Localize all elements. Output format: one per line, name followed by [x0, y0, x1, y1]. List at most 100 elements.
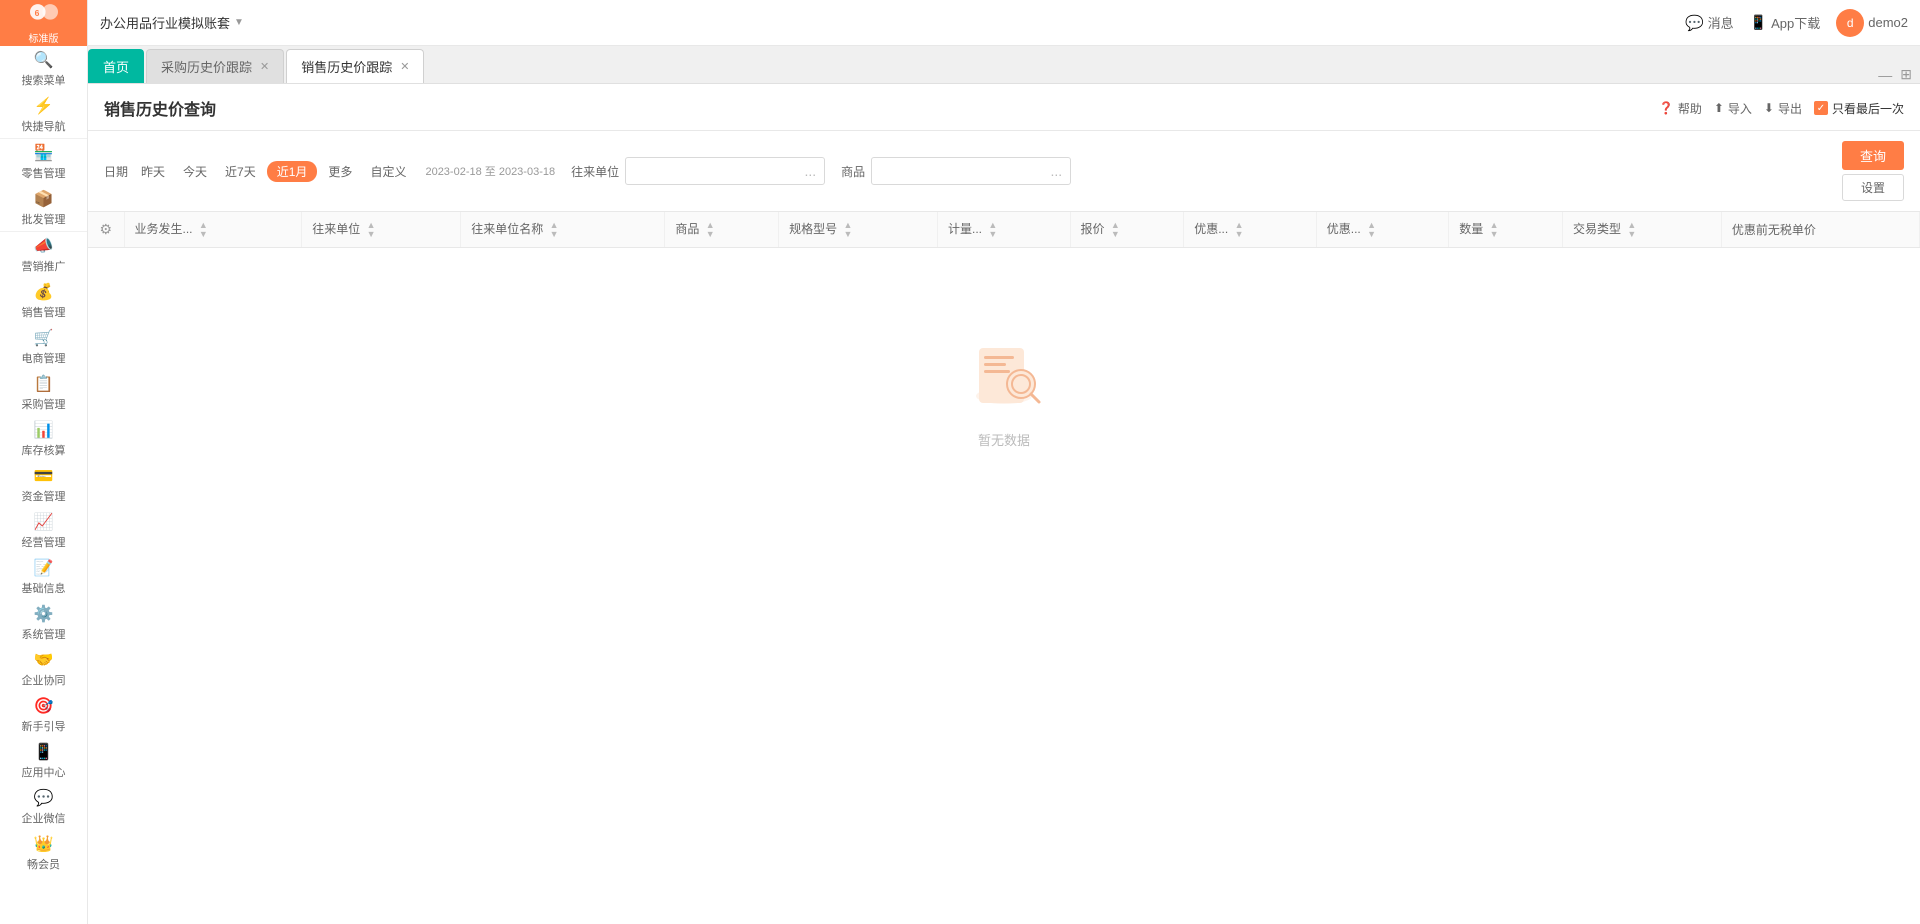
sidebar-item-inventory-check[interactable]: 📊 库存核算 [0, 416, 87, 462]
table-settings-icon[interactable]: ⚙ [99, 221, 112, 237]
export-button[interactable]: ⬇ 导出 [1764, 100, 1802, 117]
th-trade-type[interactable]: 交易类型 ▲▼ [1562, 212, 1721, 247]
sidebar-item-label: 库存核算 [22, 442, 66, 458]
product-input-wrap[interactable]: ... [871, 157, 1071, 185]
enterprise-wechat-icon: 💬 [34, 788, 54, 808]
product-filter-group: 商品 ... [841, 157, 1071, 185]
sidebar-item-search-menu[interactable]: 🔍 搜索菜单 [0, 46, 87, 92]
th-biz-date[interactable]: 业务发生... ▲▼ [124, 212, 302, 247]
help-button[interactable]: ❓ 帮助 [1659, 100, 1702, 117]
sidebar-item-member[interactable]: 👑 畅会员 [0, 830, 87, 876]
export-icon: ⬇ [1764, 101, 1774, 115]
unit-filter-group: 往来单位 ... [571, 157, 825, 185]
th-spec[interactable]: 规格型号 ▲▼ [779, 212, 938, 247]
th-unit-measure[interactable]: 计量... ▲▼ [938, 212, 1071, 247]
topbar-account-dropdown[interactable]: 办公用品行业模拟账套 ▼ [100, 13, 244, 32]
sort-arrows-spec: ▲▼ [843, 221, 852, 239]
help-label: 帮助 [1678, 100, 1702, 117]
maximize-window-icon[interactable]: ⊞ [1900, 66, 1912, 83]
sidebar-item-label: 企业微信 [22, 810, 66, 826]
sidebar-item-system-mgmt[interactable]: ⚙️ 系统管理 [0, 600, 87, 646]
user-avatar: d [1836, 9, 1864, 37]
only-last-checkbox-wrap[interactable]: ✓ 只看最后一次 [1814, 100, 1904, 117]
setting-button[interactable]: 设置 [1842, 174, 1904, 201]
sidebar-item-wholesale-mgmt[interactable]: 📦 批发管理 [0, 185, 87, 231]
from-unit-dots-icon[interactable]: ... [804, 163, 816, 179]
only-last-checkbox[interactable]: ✓ [1814, 101, 1828, 115]
member-icon: 👑 [34, 834, 54, 854]
date-btn-more[interactable]: 更多 [321, 161, 359, 182]
minimize-window-icon[interactable]: — [1878, 67, 1892, 83]
sidebar-item-sales-mgmt[interactable]: 💰 销售管理 [0, 278, 87, 324]
sidebar-item-label: 零售管理 [22, 165, 66, 181]
tab-sales-history[interactable]: 销售历史价跟踪 ✕ [286, 49, 424, 83]
sort-arrows-discount1: ▲▼ [1235, 221, 1244, 239]
sidebar-item-label: 畅会员 [27, 856, 60, 872]
empty-icon [959, 328, 1049, 418]
topbar-account-title: 办公用品行业模拟账套 [100, 13, 230, 32]
sales-history-tab-close[interactable]: ✕ [400, 60, 409, 73]
from-unit-label: 往来单位 [571, 163, 619, 180]
sidebar-item-finance-mgmt[interactable]: 💳 资金管理 [0, 462, 87, 508]
sidebar-item-marketing[interactable]: 📣 营销推广 [0, 232, 87, 278]
sidebar-item-enterprise-wechat[interactable]: 💬 企业微信 [0, 784, 87, 830]
sidebar-item-retail-mgmt[interactable]: 🏪 零售管理 [0, 139, 87, 185]
date-btn-today[interactable]: 今天 [176, 161, 214, 182]
tab-home[interactable]: 首页 [88, 49, 144, 83]
sidebar-item-label: 应用中心 [22, 764, 66, 780]
th-discount2[interactable]: 优惠... ▲▼ [1316, 212, 1449, 247]
sidebar-item-newbie-guide[interactable]: 🎯 新手引导 [0, 692, 87, 738]
app-logo[interactable]: 6 标准版 [0, 0, 87, 46]
sidebar-item-label: 基础信息 [22, 580, 66, 596]
sidebar-item-label: 系统管理 [22, 626, 66, 642]
inventory-icon: 📊 [34, 420, 54, 440]
th-quantity[interactable]: 数量 ▲▼ [1449, 212, 1563, 247]
th-product[interactable]: 商品 ▲▼ [665, 212, 779, 247]
purchase-history-tab-close[interactable]: ✕ [260, 60, 269, 73]
sidebar-item-label: 企业协同 [22, 672, 66, 688]
operations-icon: 📈 [34, 512, 54, 532]
app-download-button[interactable]: 📱 App下载 [1750, 13, 1821, 32]
query-button[interactable]: 查询 [1842, 141, 1904, 170]
sidebar-item-app-center[interactable]: 📱 应用中心 [0, 738, 87, 784]
sidebar-item-ecommerce-mgmt[interactable]: 🛒 电商管理 [0, 324, 87, 370]
sidebar-item-label: 销售管理 [22, 304, 66, 320]
help-icon: ❓ [1659, 101, 1674, 115]
from-unit-input-wrap[interactable]: ... [625, 157, 825, 185]
th-discount1[interactable]: 优惠... ▲▼ [1184, 212, 1317, 247]
only-last-label: 只看最后一次 [1832, 100, 1904, 117]
product-dots-icon[interactable]: ... [1050, 163, 1062, 179]
sidebar-item-basic-info[interactable]: 📝 基础信息 [0, 554, 87, 600]
sidebar-item-enterprise-agreement[interactable]: 🤝 企业协同 [0, 646, 87, 692]
th-unit-code[interactable]: 往来单位 ▲▼ [302, 212, 461, 247]
tab-purchase-history[interactable]: 采购历史价跟踪 ✕ [146, 49, 284, 83]
user-profile-button[interactable]: d demo2 [1836, 9, 1908, 37]
tabbar: 首页 采购历史价跟踪 ✕ 销售历史价跟踪 ✕ — ⊞ [88, 46, 1920, 84]
topbar: 办公用品行业模拟账套 ▼ 💬 消息 📱 App下载 d demo2 [88, 0, 1920, 46]
user-name-label: demo2 [1868, 15, 1908, 30]
date-btn-custom[interactable]: 自定义 [363, 161, 413, 182]
date-btn-7days[interactable]: 近7天 [218, 161, 263, 182]
checkbox-check-icon: ✓ [1817, 103, 1825, 114]
product-input[interactable] [880, 164, 1050, 178]
svg-text:6: 6 [34, 8, 39, 18]
sales-mgmt-icon: 💰 [34, 282, 54, 302]
sidebar-item-operations-mgmt[interactable]: 📈 经营管理 [0, 508, 87, 554]
th-price[interactable]: 报价 ▲▼ [1070, 212, 1184, 247]
empty-state-text: 暂无数据 [978, 430, 1030, 449]
empty-state: 暂无数据 [88, 248, 1920, 529]
th-no-tax-price[interactable]: 优惠前无税单价 [1721, 212, 1919, 247]
data-table: ⚙ 业务发生... ▲▼ 往来单位 ▲▼ 往来单位名称 ▲▼ [88, 212, 1920, 248]
th-unit-name[interactable]: 往来单位名称 ▲▼ [461, 212, 665, 247]
page-actions: ❓ 帮助 ⬆ 导入 ⬇ 导出 ✓ 只看最后一 [1659, 100, 1904, 117]
date-btn-yesterday[interactable]: 昨天 [134, 161, 172, 182]
date-btn-1month[interactable]: 近1月 [267, 161, 318, 182]
sidebar-item-label: 新手引导 [22, 718, 66, 734]
sort-arrows-unit-measure: ▲▼ [988, 221, 997, 239]
message-button[interactable]: 💬 消息 [1685, 13, 1734, 32]
from-unit-input[interactable] [634, 164, 804, 178]
purchase-history-tab-label: 采购历史价跟踪 [161, 57, 252, 76]
import-button[interactable]: ⬆ 导入 [1714, 100, 1752, 117]
sidebar-item-purchase-mgmt[interactable]: 📋 采购管理 [0, 370, 87, 416]
sidebar-item-quick-nav[interactable]: ⚡ 快捷导航 [0, 92, 87, 138]
